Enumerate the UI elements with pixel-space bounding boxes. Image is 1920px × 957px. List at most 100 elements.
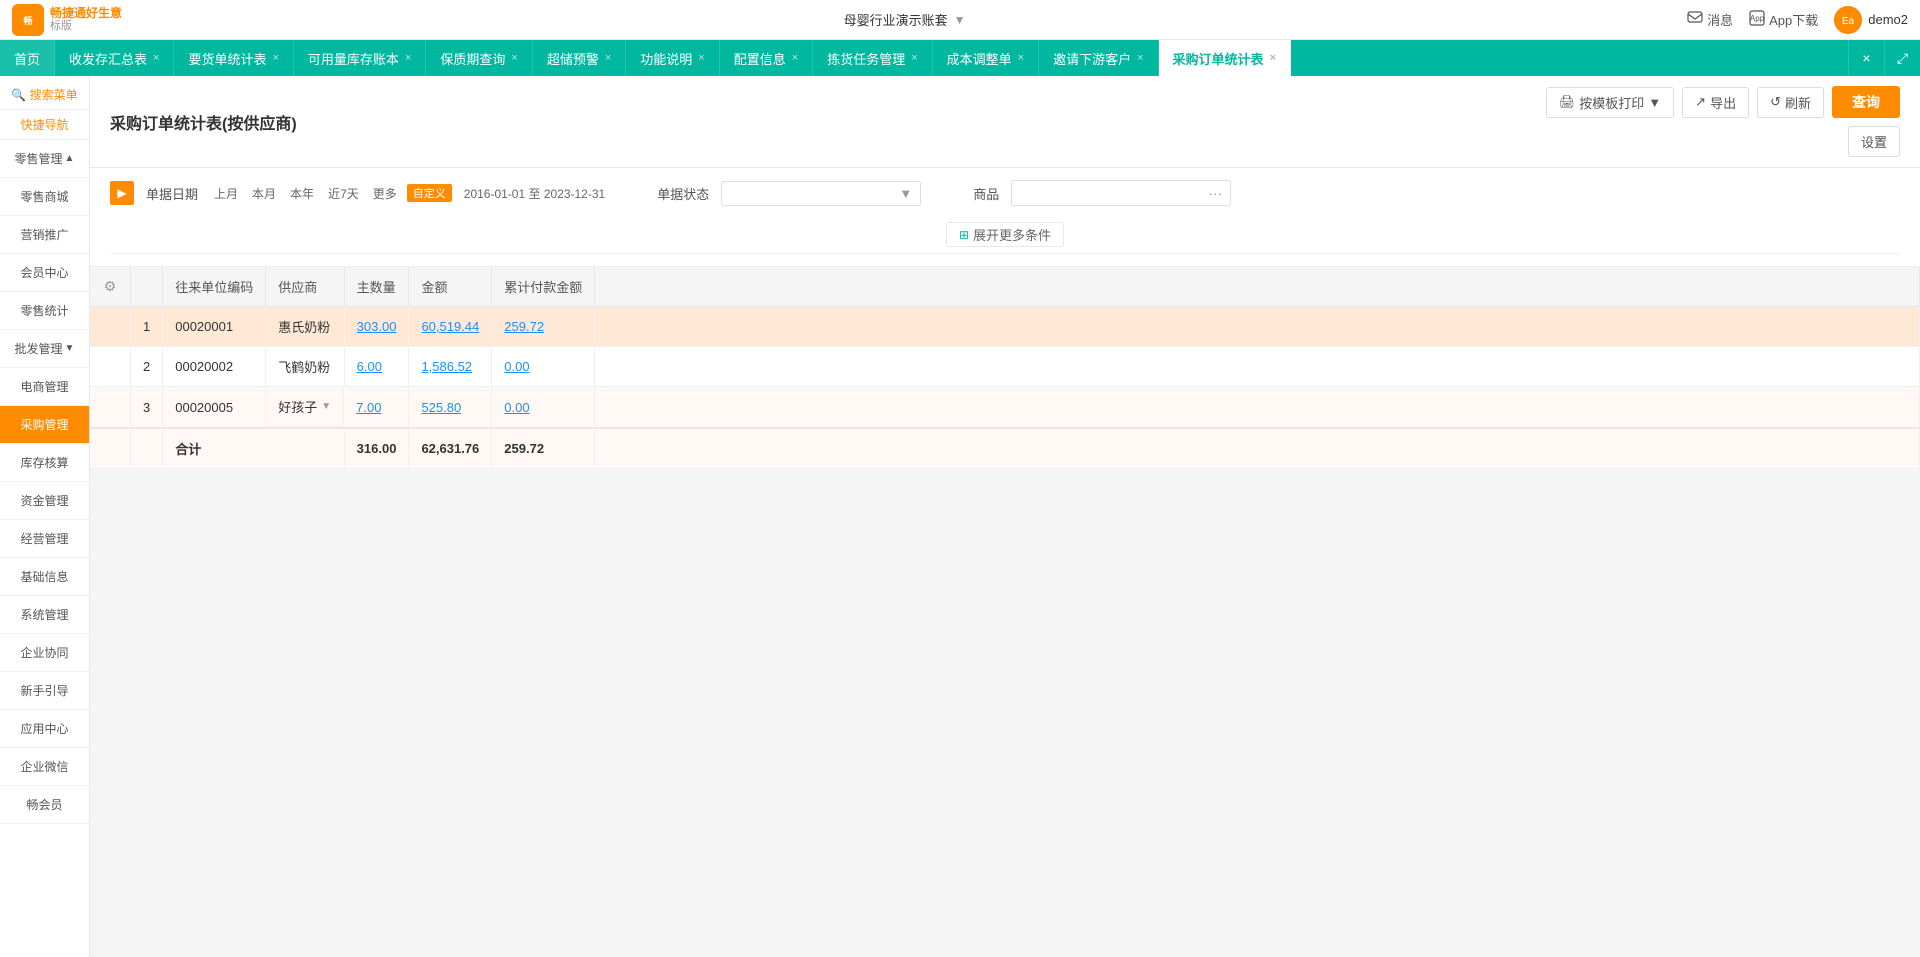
query-label: 查询 bbox=[1852, 94, 1880, 110]
nav-expand-button[interactable]: ⤢ bbox=[1884, 40, 1920, 76]
sidebar-item-enterprise-wechat[interactable]: 企业微信 bbox=[0, 748, 89, 786]
sidebar-item-basic-info-label: 基础信息 bbox=[20, 568, 68, 585]
tab-goods-stat-label: 要货单统计表 bbox=[188, 49, 266, 68]
tab-expiry-query[interactable]: 保质期查询 × bbox=[426, 40, 532, 76]
page-title: 采购订单统计表(按供应商) bbox=[110, 110, 297, 134]
workspace-dropdown-icon[interactable]: ▼ bbox=[954, 13, 966, 27]
tab-func-desc[interactable]: 功能说明 × bbox=[626, 40, 719, 76]
tab-inventory-book-close[interactable]: × bbox=[405, 52, 411, 64]
sidebar-item-finance[interactable]: 资金管理 bbox=[0, 482, 89, 520]
tab-invite-customer-close[interactable]: × bbox=[1137, 52, 1143, 64]
message-label: 消息 bbox=[1707, 10, 1733, 29]
message-button[interactable]: 消息 bbox=[1687, 10, 1733, 29]
table-row[interactable]: 1 00020001 惠氏奶粉 303.00 60,519.44 259.72 bbox=[90, 307, 1920, 347]
tab-invite-customer-label: 邀请下游客户 bbox=[1053, 49, 1131, 68]
print-button[interactable]: 🖨 按模板打印 ▼ bbox=[1546, 87, 1674, 118]
tab-func-desc-close[interactable]: × bbox=[698, 52, 704, 64]
goods-input-field[interactable] bbox=[1020, 186, 1208, 201]
settings-button[interactable]: 设置 bbox=[1848, 126, 1900, 157]
cell-quantity-1[interactable]: 303.00 bbox=[344, 307, 409, 347]
tab-invite-customer[interactable]: 邀请下游客户 × bbox=[1039, 40, 1158, 76]
tab-overstock[interactable]: 超储预警 × bbox=[533, 40, 626, 76]
tab-overstock-close[interactable]: × bbox=[605, 52, 611, 64]
tab-expiry-query-close[interactable]: × bbox=[511, 52, 517, 64]
date-btn-this-year[interactable]: 本年 bbox=[286, 183, 318, 204]
export-button[interactable]: ↗ 导出 bbox=[1682, 87, 1749, 118]
date-btn-more[interactable]: 更多 bbox=[369, 183, 401, 204]
sidebar-item-basic-info[interactable]: 基础信息 bbox=[0, 558, 89, 596]
cell-paid-2[interactable]: 0.00 bbox=[492, 347, 595, 387]
tab-goods-stat-close[interactable]: × bbox=[272, 52, 278, 64]
sidebar-item-inventory-label: 库存核算 bbox=[20, 454, 68, 471]
top-bar-left: 畅 畅捷通好生意 标版 bbox=[12, 4, 122, 36]
cell-gear-3 bbox=[90, 387, 131, 429]
sidebar-quick-nav[interactable]: 快捷导航 bbox=[0, 110, 89, 140]
tab-inventory-book[interactable]: 可用量库存账本 × bbox=[294, 40, 426, 76]
date-btn-7days[interactable]: 近7天 bbox=[324, 183, 363, 204]
refresh-button[interactable]: ↺ 刷新 bbox=[1757, 87, 1824, 118]
svg-text:Ea: Ea bbox=[1842, 16, 1855, 27]
goods-input-more-icon[interactable]: ··· bbox=[1208, 185, 1222, 201]
print-dropdown-icon: ▼ bbox=[1648, 95, 1661, 110]
sidebar-item-member[interactable]: 会员中心 bbox=[0, 254, 89, 292]
tab-cost-adjust[interactable]: 成本调整单 × bbox=[933, 40, 1039, 76]
gear-icon[interactable]: ⚙ bbox=[102, 279, 118, 295]
cell-paid-3[interactable]: 0.00 bbox=[492, 387, 595, 429]
tab-collect-pay-label: 收发存汇总表 bbox=[69, 49, 147, 68]
date-custom-badge[interactable]: 自定义 bbox=[407, 184, 452, 202]
tab-collect-pay[interactable]: 收发存汇总表 × bbox=[55, 40, 174, 76]
sidebar-item-operation[interactable]: 经营管理 bbox=[0, 520, 89, 558]
table-row[interactable]: 2 00020002 飞鹤奶粉 6.00 1,586.52 0.00 bbox=[90, 347, 1920, 387]
nav-close-button[interactable]: × bbox=[1848, 40, 1884, 76]
cell-amount-1[interactable]: 60,519.44 bbox=[409, 307, 492, 347]
tab-collect-pay-close[interactable]: × bbox=[153, 52, 159, 64]
cell-quantity-3[interactable]: 7.00 bbox=[344, 387, 409, 429]
cell-amount-2[interactable]: 1,586.52 bbox=[409, 347, 492, 387]
supplier-dropdown-icon[interactable]: ▼ bbox=[321, 401, 331, 412]
cell-amount-3[interactable]: 525.80 bbox=[409, 387, 492, 429]
tab-purchase-stat-close[interactable]: × bbox=[1270, 52, 1276, 64]
date-btn-this-month[interactable]: 本月 bbox=[248, 183, 280, 204]
tab-goods-stat[interactable]: 要货单统计表 × bbox=[174, 40, 293, 76]
sidebar-item-marketing[interactable]: 营销推广 bbox=[0, 216, 89, 254]
sidebar-item-inventory[interactable]: 库存核算 bbox=[0, 444, 89, 482]
date-shortcuts: 上月 本月 本年 近7天 更多 自定义 bbox=[210, 183, 452, 204]
cell-quantity-2[interactable]: 6.00 bbox=[344, 347, 409, 387]
top-bar: 畅 畅捷通好生意 标版 母婴行业演示账套 ▼ 消息 App App下载 Ea bbox=[0, 0, 1920, 40]
user-area[interactable]: Ea demo2 bbox=[1834, 6, 1908, 34]
tab-pick-task-close[interactable]: × bbox=[911, 52, 917, 64]
table-body: 1 00020001 惠氏奶粉 303.00 60,519.44 259.72 … bbox=[90, 307, 1920, 429]
sidebar-item-enterprise-coop[interactable]: 企业协同 bbox=[0, 634, 89, 672]
tab-cost-adjust-close[interactable]: × bbox=[1018, 52, 1024, 64]
tab-home[interactable]: 首页 bbox=[0, 40, 55, 76]
sidebar-item-member2[interactable]: 畅会员 bbox=[0, 786, 89, 824]
cell-paid-1[interactable]: 259.72 bbox=[492, 307, 595, 347]
filter-collapse-button[interactable]: ▶ bbox=[110, 181, 134, 205]
cell-gear-2 bbox=[90, 347, 131, 387]
table-row[interactable]: 3 00020005 好孩子 ▼ 7.00 525.80 0.00 bbox=[90, 387, 1920, 429]
goods-input[interactable]: ··· bbox=[1011, 180, 1231, 206]
sidebar-item-wholesale[interactable]: 批发管理 ▼ bbox=[0, 330, 89, 368]
tab-config[interactable]: 配置信息 × bbox=[720, 40, 813, 76]
sidebar-item-retail-mgmt[interactable]: 零售管理 ▲ bbox=[0, 140, 89, 178]
sidebar-item-sys-mgmt[interactable]: 系统管理 bbox=[0, 596, 89, 634]
sidebar-item-retail-store[interactable]: 零售商城 bbox=[0, 178, 89, 216]
sidebar-item-ecommerce[interactable]: 电商管理 bbox=[0, 368, 89, 406]
logo-text: 畅捷通好生意 bbox=[50, 6, 122, 20]
sidebar-item-retail-stat[interactable]: 零售统计 bbox=[0, 292, 89, 330]
sidebar-item-app-center[interactable]: 应用中心 bbox=[0, 710, 89, 748]
expand-filter-button[interactable]: ⊞ 展开更多条件 bbox=[946, 222, 1064, 247]
sidebar-search[interactable]: 🔍 搜索菜单 bbox=[0, 80, 89, 110]
footer-paid: 259.72 bbox=[492, 428, 595, 469]
date-btn-last-month[interactable]: 上月 bbox=[210, 183, 242, 204]
svg-text:App: App bbox=[1750, 14, 1765, 23]
query-button[interactable]: 查询 bbox=[1832, 86, 1900, 118]
sidebar-item-new-guide[interactable]: 新手引导 bbox=[0, 672, 89, 710]
tab-pick-task[interactable]: 拣货任务管理 × bbox=[813, 40, 932, 76]
tab-purchase-stat[interactable]: 采购订单统计表 × bbox=[1159, 40, 1291, 76]
workspace-area[interactable]: 母婴行业演示账套 ▼ bbox=[844, 10, 966, 29]
tab-config-close[interactable]: × bbox=[792, 52, 798, 64]
app-download-button[interactable]: App App下载 bbox=[1749, 10, 1818, 29]
sidebar-item-purchase[interactable]: 采购管理 bbox=[0, 406, 89, 444]
status-select[interactable]: ▼ bbox=[721, 181, 921, 206]
